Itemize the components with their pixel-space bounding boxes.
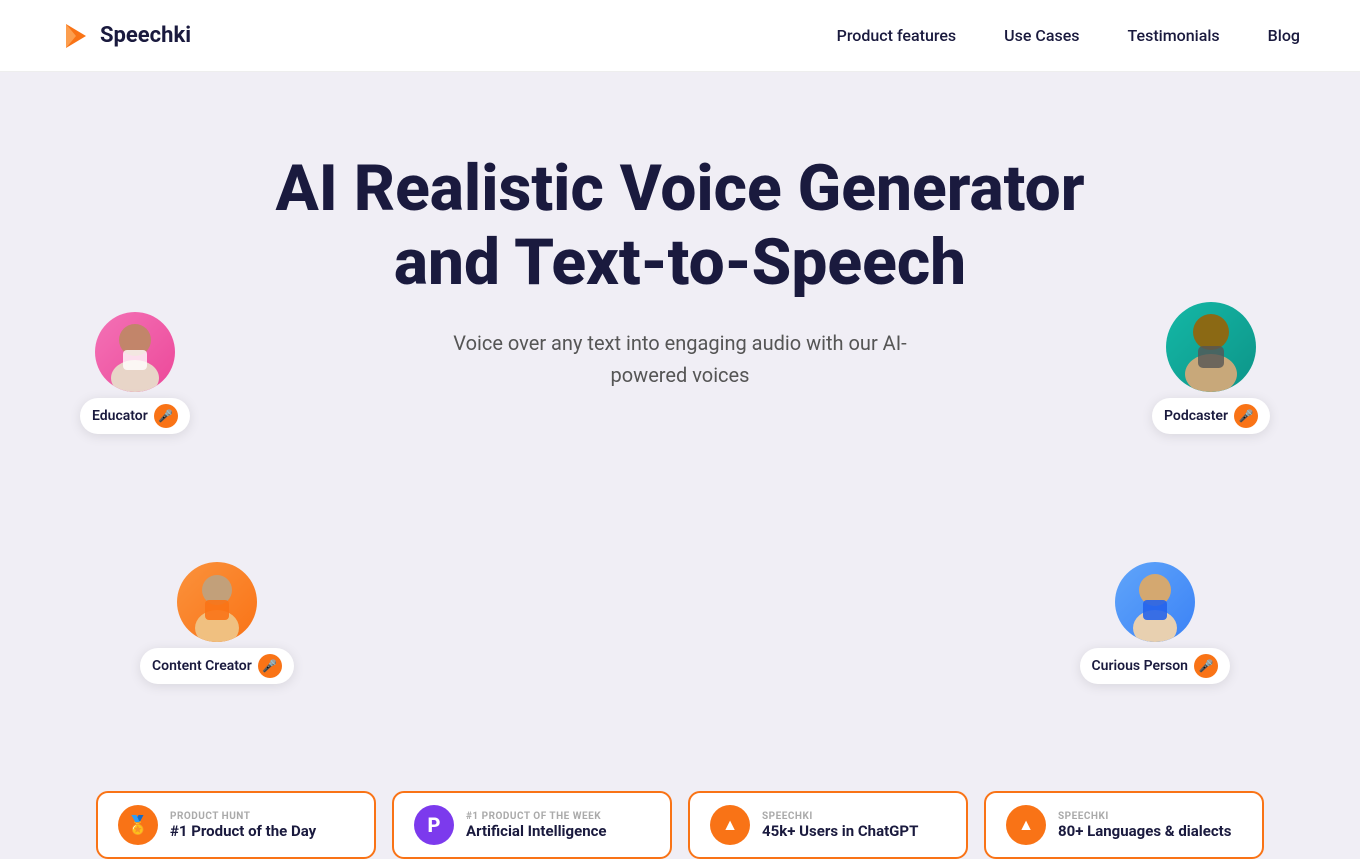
nav-blog[interactable]: Blog	[1268, 26, 1300, 45]
nav-testimonials[interactable]: Testimonials	[1128, 26, 1220, 45]
avatar-educator-image	[95, 312, 175, 392]
badge-languages[interactable]: ▲ Speechki 80+ Languages & dialects	[984, 791, 1264, 859]
badge-product-hunt-small: PRODUCT HUNT	[170, 811, 316, 822]
badge-languages-text: Speechki 80+ Languages & dialects	[1058, 811, 1231, 840]
hero-title: AI Realistic Voice Generator and Text-to…	[270, 152, 1090, 299]
badge-product-hunt[interactable]: 🏅 PRODUCT HUNT #1 Product of the Day	[96, 791, 376, 859]
badge-chatgpt-main: 45k+ Users in ChatGPT	[762, 822, 918, 840]
avatar-content-creator: Content Creator 🎤	[140, 562, 294, 684]
podcaster-mic-btn[interactable]: 🎤	[1234, 404, 1258, 428]
badge-product-hunt-text: PRODUCT HUNT #1 Product of the Day	[170, 811, 316, 840]
curious-person-label: Curious Person 🎤	[1080, 648, 1230, 684]
badge-product-week-text: #1 PRODUCT OF THE WEEK Artificial Intell…	[466, 811, 607, 840]
nav-product-features[interactable]: Product features	[837, 26, 957, 45]
hero-section: Educator 🎤 Podcaster 🎤 Content C	[0, 72, 1360, 859]
badge-product-week-main: Artificial Intelligence	[466, 822, 607, 840]
avatar-curious-person-image	[1115, 562, 1195, 642]
badge-product-hunt-icon: 🏅	[118, 805, 158, 845]
badge-languages-icon: ▲	[1006, 805, 1046, 845]
educator-label-text: Educator	[92, 408, 148, 424]
avatar-content-creator-image	[177, 562, 257, 642]
badge-product-hunt-main: #1 Product of the Day	[170, 822, 316, 840]
hero-subtitle: Voice over any text into engaging audio …	[430, 327, 930, 391]
badge-chatgpt-icon: ▲	[710, 805, 750, 845]
badge-product-week-icon: P	[414, 805, 454, 845]
logo-icon	[60, 20, 92, 52]
content-creator-mic-btn[interactable]: 🎤	[258, 654, 282, 678]
nav-links: Product features Use Cases Testimonials …	[837, 26, 1300, 45]
navbar: Speechki Product features Use Cases Test…	[0, 0, 1360, 72]
avatar-curious-person: Curious Person 🎤	[1080, 562, 1230, 684]
content-creator-label: Content Creator 🎤	[140, 648, 294, 684]
badges-row: 🏅 PRODUCT HUNT #1 Product of the Day P #…	[0, 791, 1360, 859]
educator-mic-btn[interactable]: 🎤	[154, 404, 178, 428]
avatar-educator: Educator 🎤	[80, 312, 190, 434]
badge-chatgpt[interactable]: ▲ Speechki 45k+ Users in ChatGPT	[688, 791, 968, 859]
curious-person-label-text: Curious Person	[1092, 658, 1188, 674]
curious-person-mic-btn[interactable]: 🎤	[1194, 654, 1218, 678]
badge-languages-small: Speechki	[1058, 811, 1231, 822]
logo-text: Speechki	[100, 23, 191, 48]
avatar-podcaster: Podcaster 🎤	[1152, 302, 1270, 434]
badge-product-week[interactable]: P #1 PRODUCT OF THE WEEK Artificial Inte…	[392, 791, 672, 859]
content-creator-label-text: Content Creator	[152, 658, 252, 674]
educator-label: Educator 🎤	[80, 398, 190, 434]
logo[interactable]: Speechki	[60, 20, 191, 52]
avatar-podcaster-image	[1166, 302, 1256, 392]
podcaster-label: Podcaster 🎤	[1152, 398, 1270, 434]
nav-use-cases[interactable]: Use Cases	[1004, 26, 1079, 45]
badge-chatgpt-small: Speechki	[762, 811, 918, 822]
podcaster-label-text: Podcaster	[1164, 408, 1228, 424]
badge-product-week-small: #1 PRODUCT OF THE WEEK	[466, 811, 607, 822]
badge-languages-main: 80+ Languages & dialects	[1058, 822, 1231, 840]
badge-chatgpt-text: Speechki 45k+ Users in ChatGPT	[762, 811, 918, 840]
